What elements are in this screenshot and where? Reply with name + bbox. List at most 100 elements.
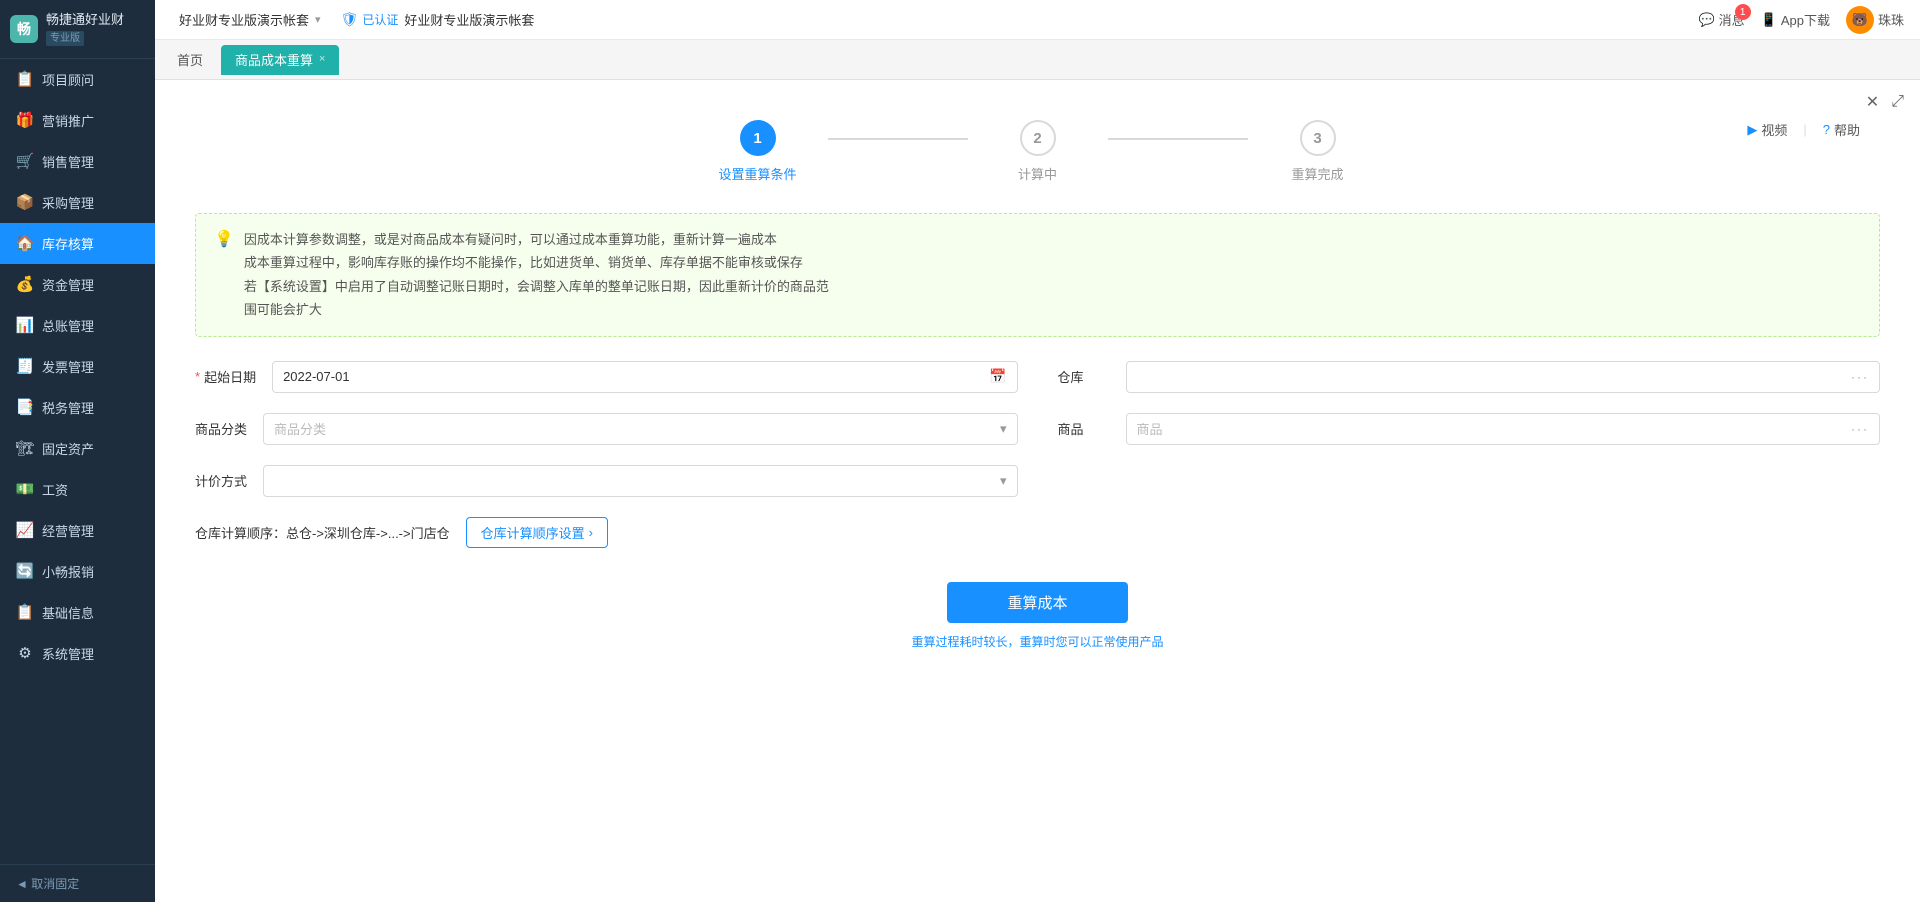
help-icon: ? xyxy=(1823,122,1830,137)
sidebar-item-system[interactable]: ⚙ 系统管理 xyxy=(0,633,155,674)
more-icon: ··· xyxy=(1851,422,1869,436)
account-selector[interactable]: 好业财专业版演示帐套 ▾ xyxy=(171,6,329,33)
warehouse-input[interactable]: ··· xyxy=(1126,361,1881,393)
form-section: * 起始日期 2022-07-01 📅 仓库 ··· xyxy=(195,361,1880,572)
info-line-2: 成本重算过程中，影响库存账的操作均不能操作，比如进货单、销货单、库存单据不能审核… xyxy=(244,251,829,274)
start-date-input[interactable]: 2022-07-01 📅 xyxy=(272,361,1017,393)
sidebar-item-operation[interactable]: 📈 经营管理 xyxy=(0,510,155,551)
goods-input[interactable]: 商品 ··· xyxy=(1126,413,1881,445)
app-logo-icon: 畅 xyxy=(10,15,38,43)
recalc-button[interactable]: 重算成本 xyxy=(947,582,1127,623)
topbar-left: 好业财专业版演示帐套 ▾ 🛡 已认证 好业财专业版演示帐套 xyxy=(171,6,1698,33)
app-download-button[interactable]: 📱 App下载 xyxy=(1761,10,1830,29)
sidebar-item-purchase[interactable]: 📦 采购管理 xyxy=(0,182,155,223)
info-line-3: 若【系统设置】中启用了自动调整记账日期时，会调整入库单的整单记账日期，因此重新计… xyxy=(244,275,829,298)
stepper-steps: 1 设置重算条件 2 计算中 3 重算 xyxy=(688,120,1388,183)
start-date-label: 起始日期 xyxy=(204,367,264,386)
message-icon: 💬 xyxy=(1698,12,1714,28)
form-row-3: 计价方式 ▾ xyxy=(195,465,1880,497)
step-1-number: 1 xyxy=(753,130,761,147)
info-line-4: 围可能会扩大 xyxy=(244,298,829,321)
step-3-circle: 3 xyxy=(1300,120,1336,156)
sales-icon: 🛒 xyxy=(16,152,34,170)
sidebar-item-tax[interactable]: 📑 税务管理 xyxy=(0,387,155,428)
step-3: 3 重算完成 xyxy=(1248,120,1388,183)
form-row-2: 商品分类 商品分类 ▾ 商品 商品 ··· xyxy=(195,413,1880,445)
step-2: 2 计算中 xyxy=(968,120,1108,183)
shield-icon: 🛡 xyxy=(341,11,359,28)
step-3-number: 3 xyxy=(1313,130,1321,147)
pricing-label: 计价方式 xyxy=(195,471,255,490)
user-profile-button[interactable]: 🐻 珠珠 xyxy=(1846,6,1904,34)
tab-cost-recalc[interactable]: 商品成本重算 × xyxy=(221,45,339,75)
goods-label: 商品 xyxy=(1058,419,1118,438)
chevron-down-icon: ▾ xyxy=(1000,421,1007,437)
sidebar-unpin[interactable]: ◄ 取消固定 xyxy=(0,864,155,902)
more-icon: ··· xyxy=(1851,370,1869,384)
system-icon: ⚙ xyxy=(16,644,34,662)
goods-value: 商品 xyxy=(1137,419,1163,438)
inventory-icon: 🏠 xyxy=(16,234,34,252)
sidebar-item-marketing[interactable]: 🎁 营销推广 xyxy=(0,100,155,141)
help-link[interactable]: ? 帮助 xyxy=(1823,120,1860,139)
goods-field: 商品 商品 ··· xyxy=(1058,413,1881,445)
step-line-2 xyxy=(1108,138,1248,140)
close-tab-icon[interactable]: × xyxy=(319,54,325,65)
pricing-field: 计价方式 ▾ xyxy=(195,465,1018,497)
chevron-down-icon: ▾ xyxy=(1000,473,1007,489)
sidebar-item-expense[interactable]: 🔄 小畅报销 xyxy=(0,551,155,592)
sidebar-item-assets[interactable]: 🏗 固定资产 xyxy=(0,428,155,469)
sidebar-item-salary[interactable]: 💵 工资 xyxy=(0,469,155,510)
sidebar-item-inventory[interactable]: 🏠 库存核算 xyxy=(0,223,155,264)
finance-icon: 💰 xyxy=(16,275,34,293)
category-label: 商品分类 xyxy=(195,419,255,438)
sidebar-item-accounting[interactable]: 📊 总账管理 xyxy=(0,305,155,346)
content-area: ✕ ⤢ ▶ 视频 | ? 帮助 1 xyxy=(155,80,1920,902)
category-select[interactable]: 商品分类 ▾ xyxy=(263,413,1018,445)
calc-order-row: 仓库计算顺序：总仓->深圳仓库->...->门店仓 仓库计算顺序设置 › xyxy=(195,517,1880,548)
app-edition: 专业版 xyxy=(46,31,84,46)
sidebar-item-label: 基础信息 xyxy=(42,603,94,622)
project-icon: 📋 xyxy=(16,70,34,88)
sidebar-item-label: 采购管理 xyxy=(42,193,94,212)
video-link[interactable]: ▶ 视频 xyxy=(1747,120,1787,139)
tab-home[interactable]: 首页 xyxy=(163,45,217,75)
main-area: 好业财专业版演示帐套 ▾ 🛡 已认证 好业财专业版演示帐套 💬 消息 1 📱 A… xyxy=(155,0,1920,902)
step-2-circle: 2 xyxy=(1020,120,1056,156)
chevron-right-icon: › xyxy=(589,525,593,540)
pricing-select[interactable]: ▾ xyxy=(263,465,1018,497)
sidebar-item-label: 经营管理 xyxy=(42,521,94,540)
step-line-1 xyxy=(828,138,968,140)
sidebar: 畅 畅捷通好业财 专业版 📋 项目顾问 🎁 营销推广 🛒 销售管理 📦 采购管理… xyxy=(0,0,155,902)
info-icon: 💡 xyxy=(214,229,234,322)
step-1-circle: 1 xyxy=(740,120,776,156)
warehouse-field: 仓库 ··· xyxy=(1058,361,1881,393)
sidebar-item-label: 固定资产 xyxy=(42,439,94,458)
certified-account: 好业财专业版演示帐套 xyxy=(404,10,534,29)
sidebar-item-basic[interactable]: 📋 基础信息 xyxy=(0,592,155,633)
calendar-icon: 📅 xyxy=(989,368,1006,385)
sidebar-logo: 畅 畅捷通好业财 专业版 xyxy=(0,0,155,59)
sidebar-item-project[interactable]: 📋 项目顾问 xyxy=(0,59,155,100)
recalc-section: 重算成本 重算过程耗时较长，重算时您可以正常使用产品 xyxy=(155,582,1920,650)
category-value: 商品分类 xyxy=(274,419,326,438)
sidebar-item-finance[interactable]: 💰 资金管理 xyxy=(0,264,155,305)
warehouse-label: 仓库 xyxy=(1058,367,1118,386)
start-date-field: * 起始日期 2022-07-01 📅 xyxy=(195,361,1018,393)
tab-home-label: 首页 xyxy=(177,50,203,69)
app-name: 畅捷通好业财 xyxy=(46,12,124,29)
messages-button[interactable]: 💬 消息 1 xyxy=(1698,10,1744,29)
calc-order-btn-label: 仓库计算顺序设置 xyxy=(481,523,585,542)
sidebar-nav: 📋 项目顾问 🎁 营销推广 🛒 销售管理 📦 采购管理 🏠 库存核算 💰 资金管… xyxy=(0,59,155,864)
purchase-icon: 📦 xyxy=(16,193,34,211)
calc-order-settings-button[interactable]: 仓库计算顺序设置 › xyxy=(466,517,608,548)
sidebar-item-sales[interactable]: 🛒 销售管理 xyxy=(0,141,155,182)
info-box-text: 因成本计算参数调整，或是对商品成本有疑问时，可以通过成本重算功能，重新计算一遍成… xyxy=(244,228,829,322)
sidebar-item-label: 项目顾问 xyxy=(42,70,94,89)
accounting-icon: 📊 xyxy=(16,316,34,334)
category-field: 商品分类 商品分类 ▾ xyxy=(195,413,1018,445)
certified-label: 已认证 xyxy=(362,11,398,28)
unpin-label: ◄ 取消固定 xyxy=(16,875,79,892)
sidebar-item-invoice[interactable]: 🧾 发票管理 xyxy=(0,346,155,387)
form-row-1: * 起始日期 2022-07-01 📅 仓库 ··· xyxy=(195,361,1880,393)
